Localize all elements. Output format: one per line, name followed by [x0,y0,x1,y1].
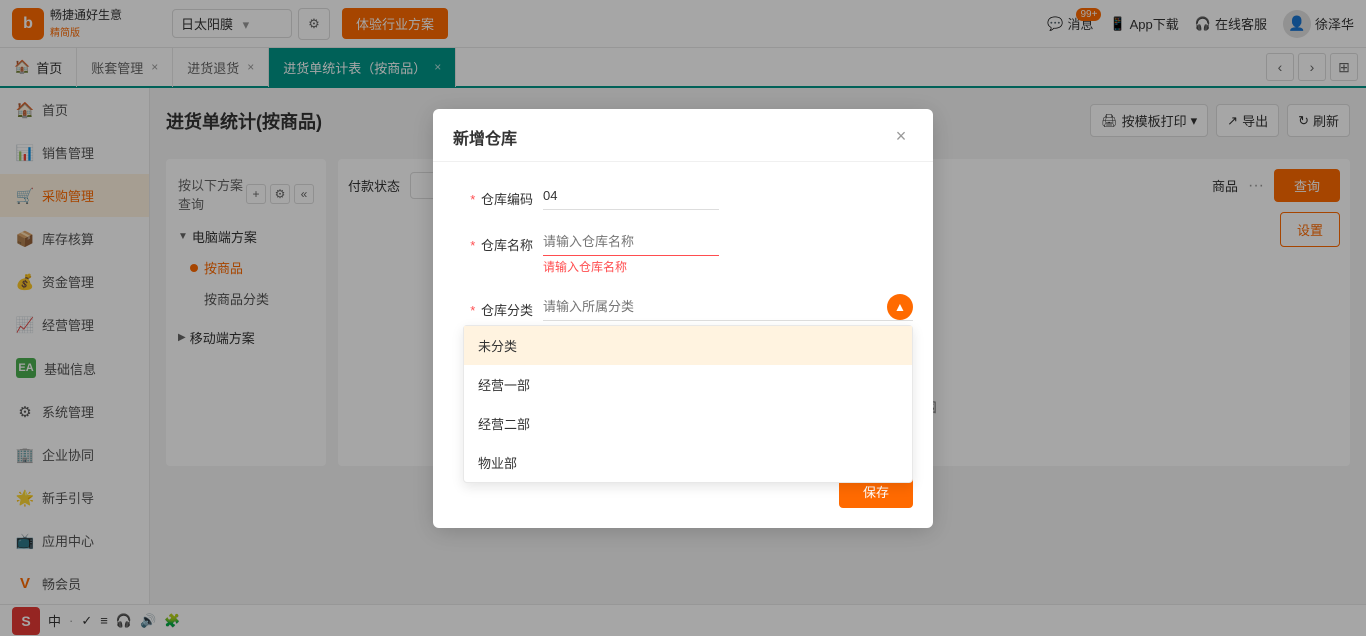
modal-overlay: 新增仓库 × * 仓库编码 * 仓库名称 [0,0,1366,636]
warehouse-code-input[interactable] [543,182,719,210]
warehouse-category-label: * 仓库分类 [453,293,533,319]
modal-header: 新增仓库 × [433,109,933,162]
category-dropdown-list: 未分类 经营一部 经营二部 物业部 [463,325,913,483]
warehouse-category-row: * 仓库分类 ▲ 未分类 经营一部 经营二部 物业部 [453,293,913,321]
dropdown-item-dept2[interactable]: 经营二部 [464,404,912,443]
dropdown-item-unclassified[interactable]: 未分类 [464,326,912,365]
category-dropdown-button[interactable]: ▲ [887,294,913,320]
warehouse-name-label: * 仓库名称 [453,228,533,254]
warehouse-code-label: * 仓库编码 [453,182,533,208]
modal-close-button[interactable]: × [889,125,913,149]
category-dropdown-wrapper: ▲ 未分类 经营一部 经营二部 物业部 [543,293,913,321]
modal-body: * 仓库编码 * 仓库名称 [433,162,933,463]
warehouse-name-error: 请输入仓库名称 [543,258,627,275]
dropdown-item-dept3[interactable]: 物业部 [464,443,912,482]
category-input[interactable] [543,293,913,321]
modal-title: 新增仓库 [453,125,517,149]
warehouse-name-input[interactable] [543,228,719,256]
warehouse-modal: 新增仓库 × * 仓库编码 * 仓库名称 [433,109,933,528]
dropdown-item-dept1[interactable]: 经营一部 [464,365,912,404]
warehouse-name-row: * 仓库名称 请输入仓库名称 [453,228,913,275]
warehouse-code-row: * 仓库编码 [453,182,913,210]
